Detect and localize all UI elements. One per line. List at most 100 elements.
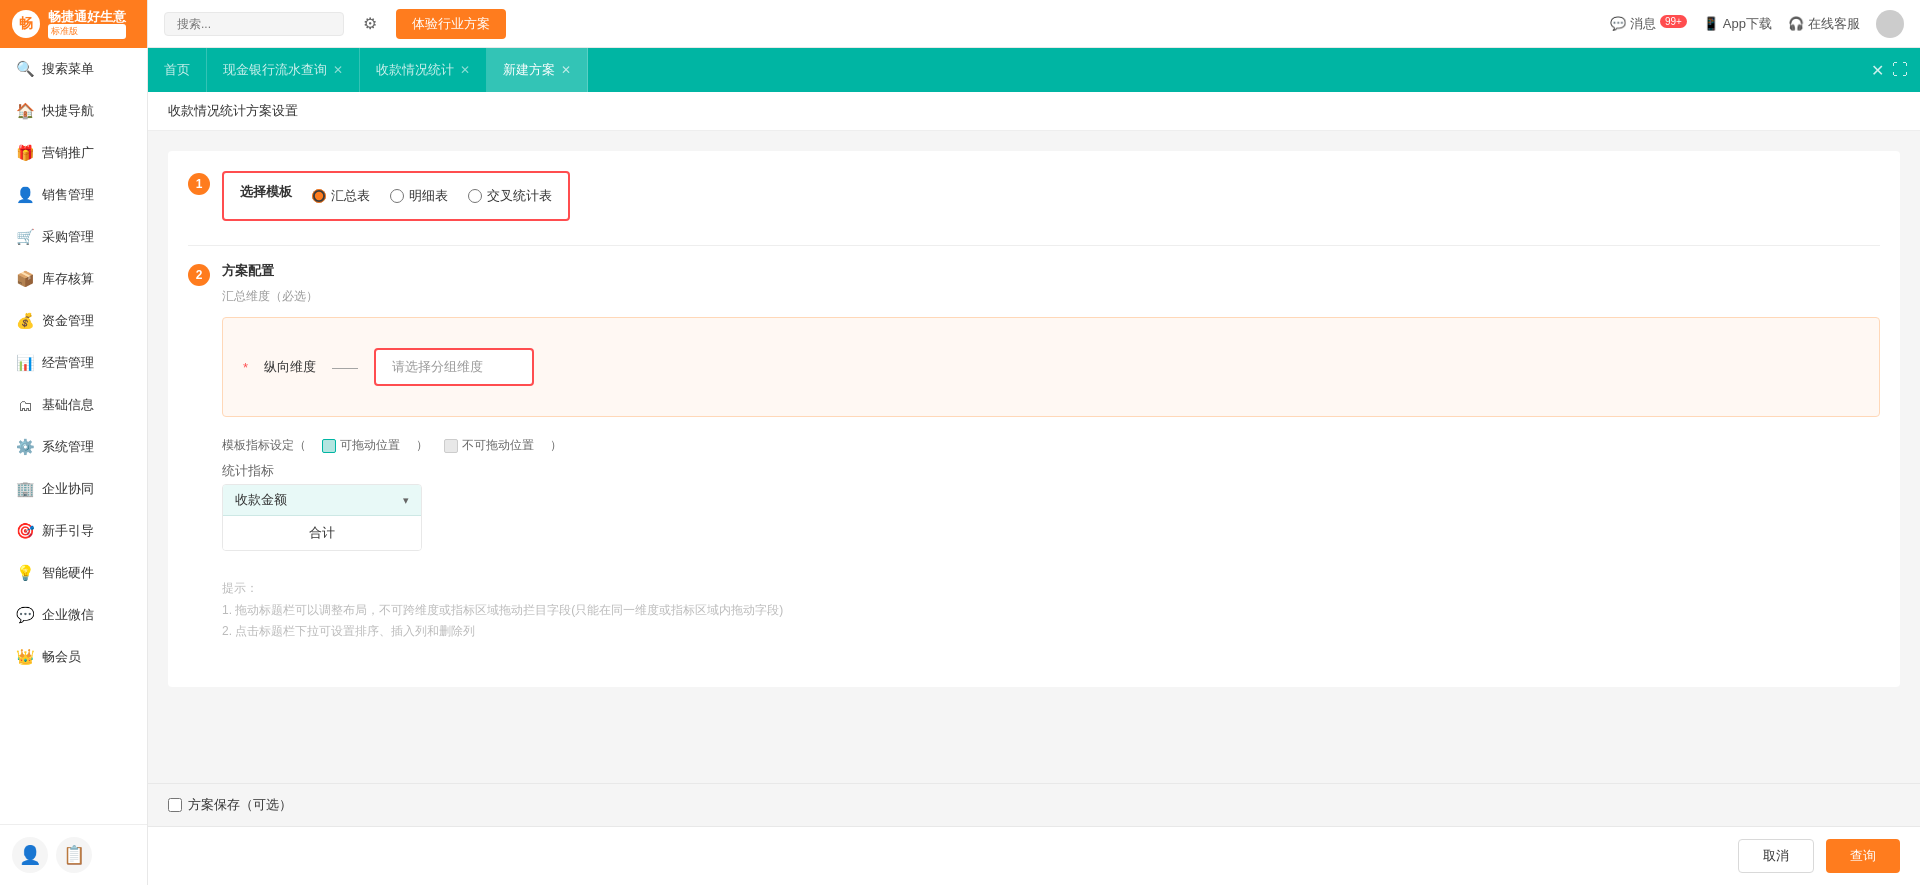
sidebar-item-label: 企业微信 xyxy=(42,606,94,624)
tab-home[interactable]: 首页 xyxy=(148,48,207,92)
radio-summary[interactable]: 汇总表 xyxy=(312,187,370,205)
sidebar-item-sales[interactable]: 👤 销售管理 xyxy=(0,174,147,216)
crown-icon: 👑 xyxy=(16,648,34,666)
fixed-icon xyxy=(444,439,458,453)
sidebar-item-inventory[interactable]: 📦 库存核算 xyxy=(0,258,147,300)
chat-icon: 💬 xyxy=(16,606,34,624)
sidebar-item-label: 基础信息 xyxy=(42,396,94,414)
sidebar-item-quick-nav[interactable]: 🏠 快捷导航 xyxy=(0,90,147,132)
app-download-item[interactable]: 📱 App下载 xyxy=(1703,15,1772,33)
movable-icon xyxy=(322,439,336,453)
save-checkbox[interactable] xyxy=(168,798,182,812)
topbar: 搜索... ▾ ⚙ 体验行业方案 💬 消息 99+ 📱 App下载 🎧 在线客服 xyxy=(148,0,1920,48)
indicator-header[interactable]: 收款金额 ▾ xyxy=(223,485,421,516)
step2-number: 2 xyxy=(188,264,210,286)
notification-badge: 99+ xyxy=(1660,15,1687,28)
sidebar-item-basic[interactable]: 🗂 基础信息 xyxy=(0,384,147,426)
tips-section: 提示： 1. 拖动标题栏可以调整布局，不可跨维度或指标区域拖动拦目字段(只能在同… xyxy=(222,578,1880,643)
logo-badge: 标准版 xyxy=(48,24,126,39)
tip1: 1. 拖动标题栏可以调整布局，不可跨维度或指标区域拖动拦目字段(只能在同一维度或… xyxy=(222,600,1880,622)
sidebar-item-label: 快捷导航 xyxy=(42,102,94,120)
logo-icon: 畅 xyxy=(12,10,40,38)
trial-button[interactable]: 体验行业方案 xyxy=(396,9,506,39)
cancel-button[interactable]: 取消 xyxy=(1738,839,1814,873)
tab-bank-close[interactable]: ✕ xyxy=(333,63,343,77)
radio-detail-label: 明细表 xyxy=(409,187,448,205)
sidebar-logo: 畅 畅捷通好生意 标准版 xyxy=(0,0,147,48)
fixed-legend: 不可拖动位置 xyxy=(444,437,534,454)
tab-collection-stat[interactable]: 收款情况统计 ✕ xyxy=(360,48,487,92)
settings-icon[interactable]: ⚙ xyxy=(356,10,384,38)
indicator-cell: 合计 xyxy=(223,516,421,550)
gear-icon: ⚙️ xyxy=(16,438,34,456)
step2-section: 2 方案配置 汇总维度（必选） * 纵向维度 —— xyxy=(188,262,1880,643)
stat-indicator-section: 统计指标 收款金额 ▾ 合计 xyxy=(222,462,422,554)
logo-text: 畅捷通好生意 xyxy=(48,9,126,25)
sidebar-item-purchase[interactable]: 🛒 采购管理 xyxy=(0,216,147,258)
sidebar-item-wechat[interactable]: 💬 企业微信 xyxy=(0,594,147,636)
indicator-legend: 模板指标设定（ 可拖动位置 ） 不可拖动位置 ） xyxy=(222,437,1880,454)
radio-summary-input[interactable] xyxy=(312,189,326,203)
radio-detail[interactable]: 明细表 xyxy=(390,187,448,205)
sidebar-item-guide[interactable]: 🎯 新手引导 xyxy=(0,510,147,552)
sidebar-item-label: 库存核算 xyxy=(42,270,94,288)
breadcrumb: 收款情况统计方案设置 xyxy=(168,103,298,118)
bracket-close: ） xyxy=(550,437,562,454)
step1-label: 选择模板 xyxy=(240,183,292,201)
sidebar-item-label: 智能硬件 xyxy=(42,564,94,582)
template-selection-box: 选择模板 汇总表 明细表 xyxy=(222,171,570,221)
sidebar: 畅 畅捷通好生意 标准版 🔍 搜索菜单 🏠 快捷导航 🎁 营销推广 👤 销售管理… xyxy=(0,0,148,885)
query-button[interactable]: 查询 xyxy=(1826,839,1900,873)
dimension-select-placeholder: 请选择分组维度 xyxy=(392,359,483,374)
sidebar-item-label: 营销推广 xyxy=(42,144,94,162)
indicator-header-text: 收款金额 xyxy=(235,491,287,509)
page-body: 1 选择模板 汇总表 明细表 xyxy=(148,131,1920,783)
radio-cross-input[interactable] xyxy=(468,189,482,203)
chevron-down-icon[interactable]: ▾ xyxy=(403,494,409,507)
sidebar-item-system[interactable]: ⚙️ 系统管理 xyxy=(0,426,147,468)
tab-collection-close[interactable]: ✕ xyxy=(460,63,470,77)
user-avatar[interactable] xyxy=(1876,10,1904,38)
notification-item[interactable]: 💬 消息 99+ xyxy=(1610,15,1687,33)
radio-detail-input[interactable] xyxy=(390,189,404,203)
main-area: 搜索... ▾ ⚙ 体验行业方案 💬 消息 99+ 📱 App下载 🎧 在线客服… xyxy=(148,0,1920,885)
sidebar-item-marketing[interactable]: 🎁 营销推广 xyxy=(0,132,147,174)
indicator-table-area: 统计指标 收款金额 ▾ 合计 xyxy=(222,462,1880,554)
required-marker: * xyxy=(243,360,248,375)
sidebar-item-hardware[interactable]: 💡 智能硬件 xyxy=(0,552,147,594)
dimension-section-title: 汇总维度（必选） xyxy=(222,288,1880,305)
radio-cross-label: 交叉统计表 xyxy=(487,187,552,205)
sidebar-item-member[interactable]: 👑 畅会员 xyxy=(0,636,147,678)
notification-icon: 💬 xyxy=(1610,16,1626,31)
target-icon: 🎯 xyxy=(16,522,34,540)
indicator-table: 收款金额 ▾ 合计 xyxy=(222,484,422,551)
step1-section: 1 选择模板 汇总表 明细表 xyxy=(188,171,1880,221)
search-input[interactable] xyxy=(164,12,344,36)
search-nav-icon: 🔍 xyxy=(16,60,34,78)
sidebar-nav: 🔍 搜索菜单 🏠 快捷导航 🎁 营销推广 👤 销售管理 🛒 采购管理 📦 库存核… xyxy=(0,48,147,824)
close-all-icon[interactable]: ✕ xyxy=(1871,61,1884,80)
sidebar-item-operations[interactable]: 📊 经营管理 xyxy=(0,342,147,384)
tab-bank[interactable]: 现金银行流水查询 ✕ xyxy=(207,48,360,92)
online-service-item[interactable]: 🎧 在线客服 xyxy=(1788,15,1860,33)
sidebar-item-search[interactable]: 🔍 搜索菜单 xyxy=(0,48,147,90)
tab-new-plan-close[interactable]: ✕ xyxy=(561,63,571,77)
sidebar-item-finance[interactable]: 💰 资金管理 xyxy=(0,300,147,342)
expand-icon[interactable]: ⛶ xyxy=(1892,61,1908,79)
box-icon: 📦 xyxy=(16,270,34,288)
dimension-title-text: 汇总维度（必选） xyxy=(222,289,318,303)
topbar-right: 💬 消息 99+ 📱 App下载 🎧 在线客服 xyxy=(1610,10,1904,38)
fixed-label: 不可拖动位置 xyxy=(462,437,534,454)
radio-cross[interactable]: 交叉统计表 xyxy=(468,187,552,205)
tab-new-plan[interactable]: 新建方案 ✕ xyxy=(487,48,588,92)
sidebar-item-label: 系统管理 xyxy=(42,438,94,456)
movable-label: 可拖动位置 xyxy=(340,437,400,454)
sidebar-item-label: 畅会员 xyxy=(42,648,81,666)
sidebar-item-label: 资金管理 xyxy=(42,312,94,330)
sidebar-item-enterprise[interactable]: 🏢 企业协同 xyxy=(0,468,147,510)
sidebar-bottom-btn-1[interactable]: 👤 xyxy=(12,837,48,873)
tabbar-actions: ✕ ⛶ xyxy=(1859,48,1920,92)
save-option[interactable]: 方案保存（可选） xyxy=(168,796,1900,814)
dimension-select[interactable]: 请选择分组维度 xyxy=(374,348,534,386)
sidebar-bottom-btn-2[interactable]: 📋 xyxy=(56,837,92,873)
